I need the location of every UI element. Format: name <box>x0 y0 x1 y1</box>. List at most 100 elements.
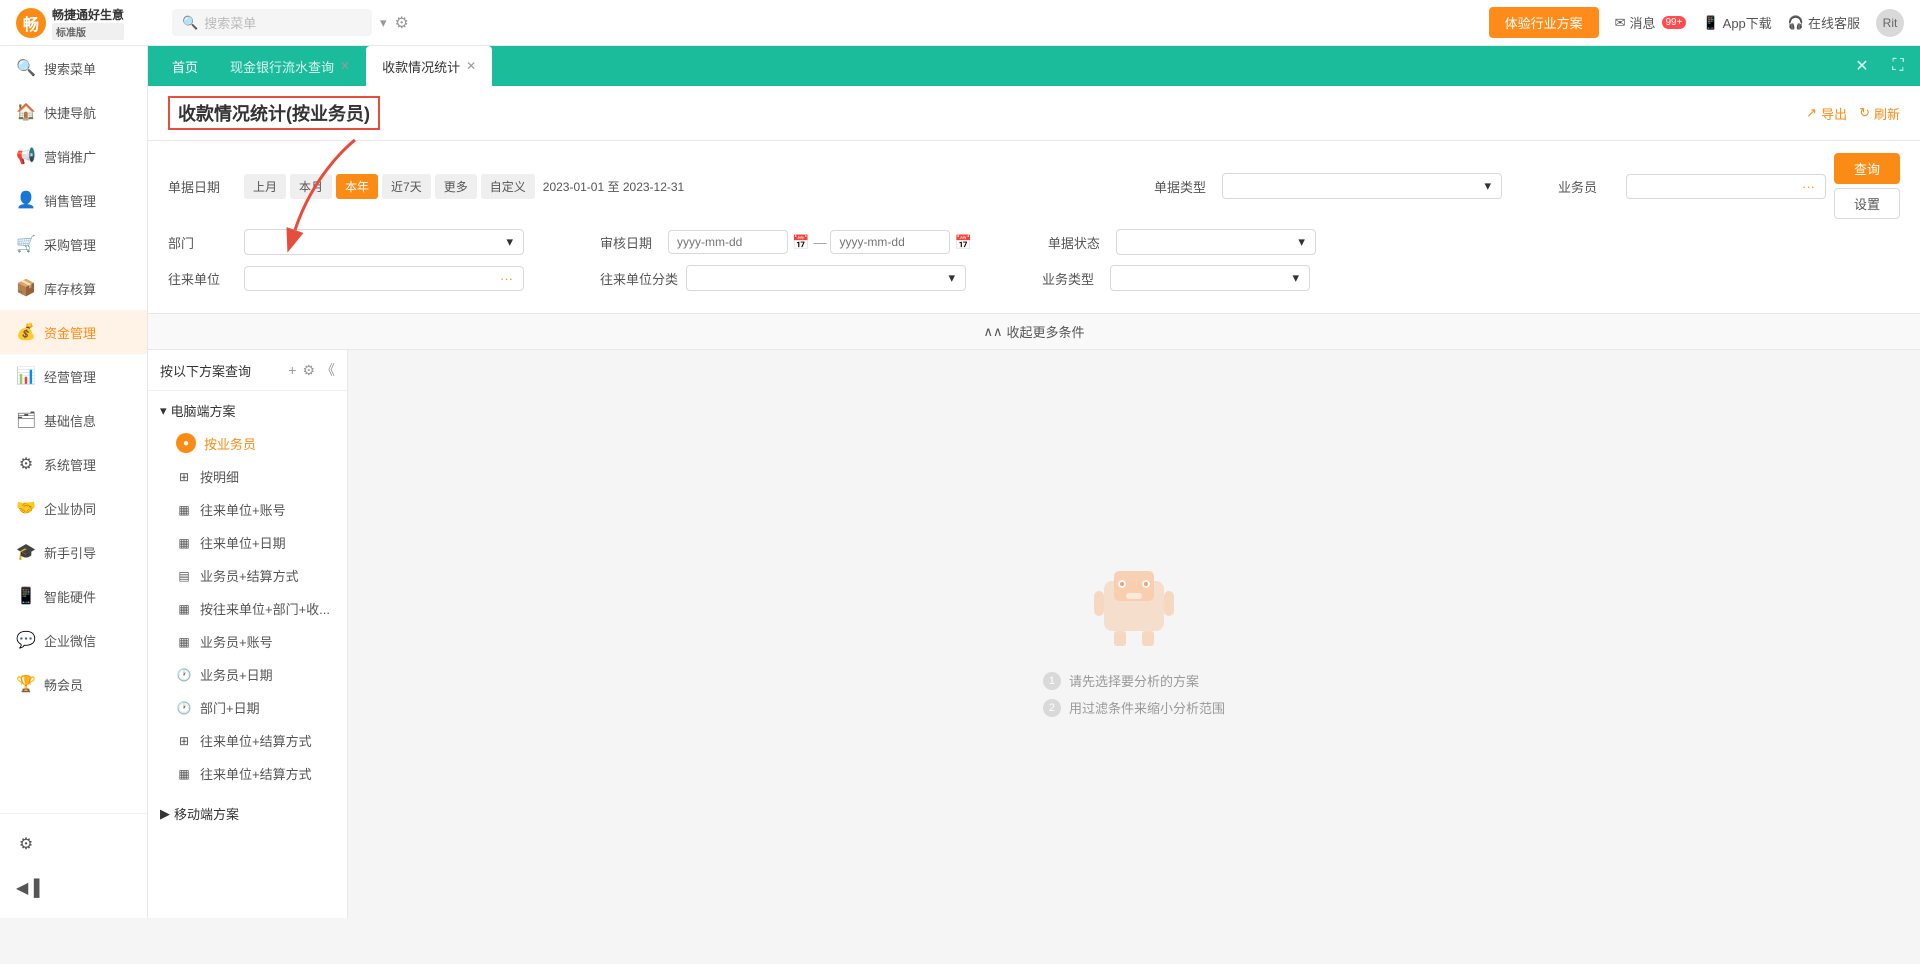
tab-home[interactable]: 首页 <box>156 46 214 86</box>
scheme-item-counterpart-settle1[interactable]: ⊞ 往来单位+结算方式 <box>148 724 347 757</box>
scheme-settings-btn[interactable]: ⚙ <box>302 362 315 379</box>
tab-bank[interactable]: 现金银行流水查询 ✕ <box>214 46 366 86</box>
scheme-group-desktop-header[interactable]: ▾ 电脑端方案 <box>148 395 347 426</box>
calendar-to-icon[interactable]: 📅 <box>954 234 971 251</box>
page-header: 收款情况统计(按业务员) ↗ 导出 ↻ 刷新 <box>148 86 1920 141</box>
dropdown-icon[interactable]: ▾ <box>380 15 387 31</box>
date-btn-more[interactable]: 更多 <box>435 174 477 199</box>
add-scheme-btn[interactable]: + <box>288 362 296 378</box>
date-btn-7days[interactable]: 近7天 <box>382 174 431 199</box>
scheme-item-counterpart-date[interactable]: ▦ 往来单位+日期 <box>148 526 347 559</box>
user-avatar[interactable]: Rit <box>1876 9 1904 37</box>
logo-badge: 标准版 <box>52 23 124 40</box>
tab-receipt-close[interactable]: ✕ <box>466 59 476 73</box>
salesman-more-icon: ··· <box>1802 179 1815 194</box>
refresh-button[interactable]: ↻ 刷新 <box>1859 104 1900 123</box>
biz-type-select[interactable]: ▾ <box>1110 265 1310 291</box>
tip-text-2: 用过滤条件来缩小分析范围 <box>1069 698 1225 717</box>
online-service-btn[interactable]: 🎧 在线客服 <box>1788 13 1860 32</box>
tab-bank-close[interactable]: ✕ <box>340 59 350 73</box>
salesman-label: 业务员 <box>1558 177 1618 196</box>
doc-status-select[interactable]: ▾ <box>1116 229 1316 255</box>
sidebar-collapse-btn[interactable]: ◀▐ <box>0 866 147 910</box>
date-btn-thisyear[interactable]: 本年 <box>336 174 378 199</box>
date-btn-lastmonth[interactable]: 上月 <box>244 174 286 199</box>
page-title: 收款情况统计(按业务员) <box>168 96 380 130</box>
scheme-collapse-btn[interactable]: 《 <box>321 360 335 380</box>
sidebar-item-enterprise[interactable]: 🤝 企业协同 <box>0 486 147 530</box>
sidebar-item-purchase[interactable]: 🛒 采购管理 <box>0 222 147 266</box>
date-btn-custom[interactable]: 自定义 <box>481 174 535 199</box>
scheme-group-mobile-header[interactable]: ▶ 移动端方案 <box>148 798 347 829</box>
app-download-btn[interactable]: 📱 App下载 <box>1702 13 1771 32</box>
detail-icon: ⊞ <box>176 469 192 485</box>
filter-settings-button[interactable]: 设置 <box>1834 188 1900 219</box>
sidebar-item-quicknav[interactable]: 🏠 快捷导航 <box>0 90 147 134</box>
refresh-icon: ↻ <box>1859 105 1870 121</box>
sidebar-item-hardware[interactable]: 📱 智能硬件 <box>0 574 147 618</box>
sidebar-item-sales[interactable]: 👤 销售管理 <box>0 178 147 222</box>
counterpart-cat-select[interactable]: ▾ <box>686 265 966 291</box>
scheme-item-salesman-settle[interactable]: ▤ 业务员+结算方式 <box>148 559 347 592</box>
scheme-item-dept-date[interactable]: 🕐 部门+日期 <box>148 691 347 724</box>
sidebar-item-guide[interactable]: 🎓 新手引导 <box>0 530 147 574</box>
empty-illustration <box>1084 551 1184 651</box>
clock-icon-1: 🕐 <box>176 667 192 683</box>
tab-home-label: 首页 <box>172 57 198 76</box>
scheme-item-counterpart-account[interactable]: ▦ 往来单位+账号 <box>148 493 347 526</box>
counterpart-label: 往来单位 <box>168 269 228 288</box>
audit-date-from[interactable] <box>668 230 788 254</box>
scheme-item-by-salesman[interactable]: ● 按业务员 <box>148 426 347 460</box>
tab-close-all-btn[interactable]: ✕ <box>1848 52 1876 80</box>
sidebar-label-member: 畅会员 <box>44 675 83 694</box>
sidebar-item-marketing[interactable]: 📢 营销推广 <box>0 134 147 178</box>
sidebar-settings-btn[interactable]: ⚙ <box>0 822 147 866</box>
biz-type-label: 业务类型 <box>1042 269 1102 288</box>
sidebar-item-member[interactable]: 🏆 畅会员 <box>0 662 147 706</box>
sidebar-item-search[interactable]: 🔍 搜索菜单 <box>0 46 147 90</box>
message-btn[interactable]: ✉ 消息 99+ <box>1615 13 1687 32</box>
salesman-select[interactable]: ··· <box>1626 174 1826 199</box>
scheme-item-salesman-account[interactable]: ▦ 业务员+账号 <box>148 625 347 658</box>
sidebar-item-basic[interactable]: 🗂 基础信息 <box>0 398 147 442</box>
header-search-box[interactable]: 🔍 搜索菜单 <box>172 9 372 36</box>
export-button[interactable]: ↗ 导出 <box>1806 104 1847 123</box>
scheme-item-by-detail[interactable]: ⊞ 按明细 <box>148 460 347 493</box>
gear-icon[interactable]: ⚙ <box>395 13 409 33</box>
scheme-item-by-counterpart-dept[interactable]: ▦ 按往来单位+部门+收... <box>148 592 347 625</box>
date-btn-thismonth[interactable]: 本月 <box>290 174 332 199</box>
calendar-from-icon[interactable]: 📅 <box>792 234 809 251</box>
date-separator: — <box>813 235 826 250</box>
scheme-item-counterpart-settle2[interactable]: ▦ 往来单位+结算方式 <box>148 757 347 790</box>
doc-status-chevron: ▾ <box>1298 234 1305 250</box>
type-select-chevron: ▾ <box>1484 178 1491 194</box>
scheme-group-mobile: ▶ 移动端方案 <box>148 794 347 833</box>
sidebar-label-hardware: 智能硬件 <box>44 587 96 606</box>
dept-select[interactable]: ▾ <box>244 229 524 255</box>
query-button[interactable]: 查询 <box>1834 153 1900 184</box>
tab-bar-right: ✕ ⛶ <box>1848 52 1912 80</box>
tab-fullscreen-btn[interactable]: ⛶ <box>1884 52 1912 80</box>
sidebar-item-inventory[interactable]: 📦 库存核算 <box>0 266 147 310</box>
sidebar-label-enterprise: 企业协同 <box>44 499 96 518</box>
operation-icon: 📊 <box>16 366 36 386</box>
scheme-item-label-sd: 业务员+日期 <box>200 665 273 684</box>
sidebar-item-wechat[interactable]: 💬 企业微信 <box>0 618 147 662</box>
audit-date-range: 📅 — 📅 <box>668 230 972 254</box>
trial-button[interactable]: 体验行业方案 <box>1489 7 1599 38</box>
collapse-button[interactable]: ∧∧ 收起更多条件 <box>983 322 1084 341</box>
scheme-item-label-cs2: 往来单位+结算方式 <box>200 764 312 783</box>
sidebar-item-operation[interactable]: 📊 经营管理 <box>0 354 147 398</box>
sidebar-item-system[interactable]: ⚙ 系统管理 <box>0 442 147 486</box>
member-icon: 🏆 <box>16 674 36 694</box>
counterpart-select[interactable]: ··· <box>244 266 524 291</box>
scheme-item-salesman-date[interactable]: 🕐 业务员+日期 <box>148 658 347 691</box>
audit-date-to[interactable] <box>830 230 950 254</box>
sidebar-label-system: 系统管理 <box>44 455 96 474</box>
type-select[interactable]: ▾ <box>1222 173 1502 199</box>
tab-receipt[interactable]: 收款情况统计 ✕ <box>366 46 492 86</box>
chart-icon: ▤ <box>176 568 192 584</box>
audit-date-label: 审核日期 <box>600 233 660 252</box>
sidebar-item-finance[interactable]: 💰 资金管理 <box>0 310 147 354</box>
scheme-actions: + ⚙ 《 <box>288 360 335 380</box>
